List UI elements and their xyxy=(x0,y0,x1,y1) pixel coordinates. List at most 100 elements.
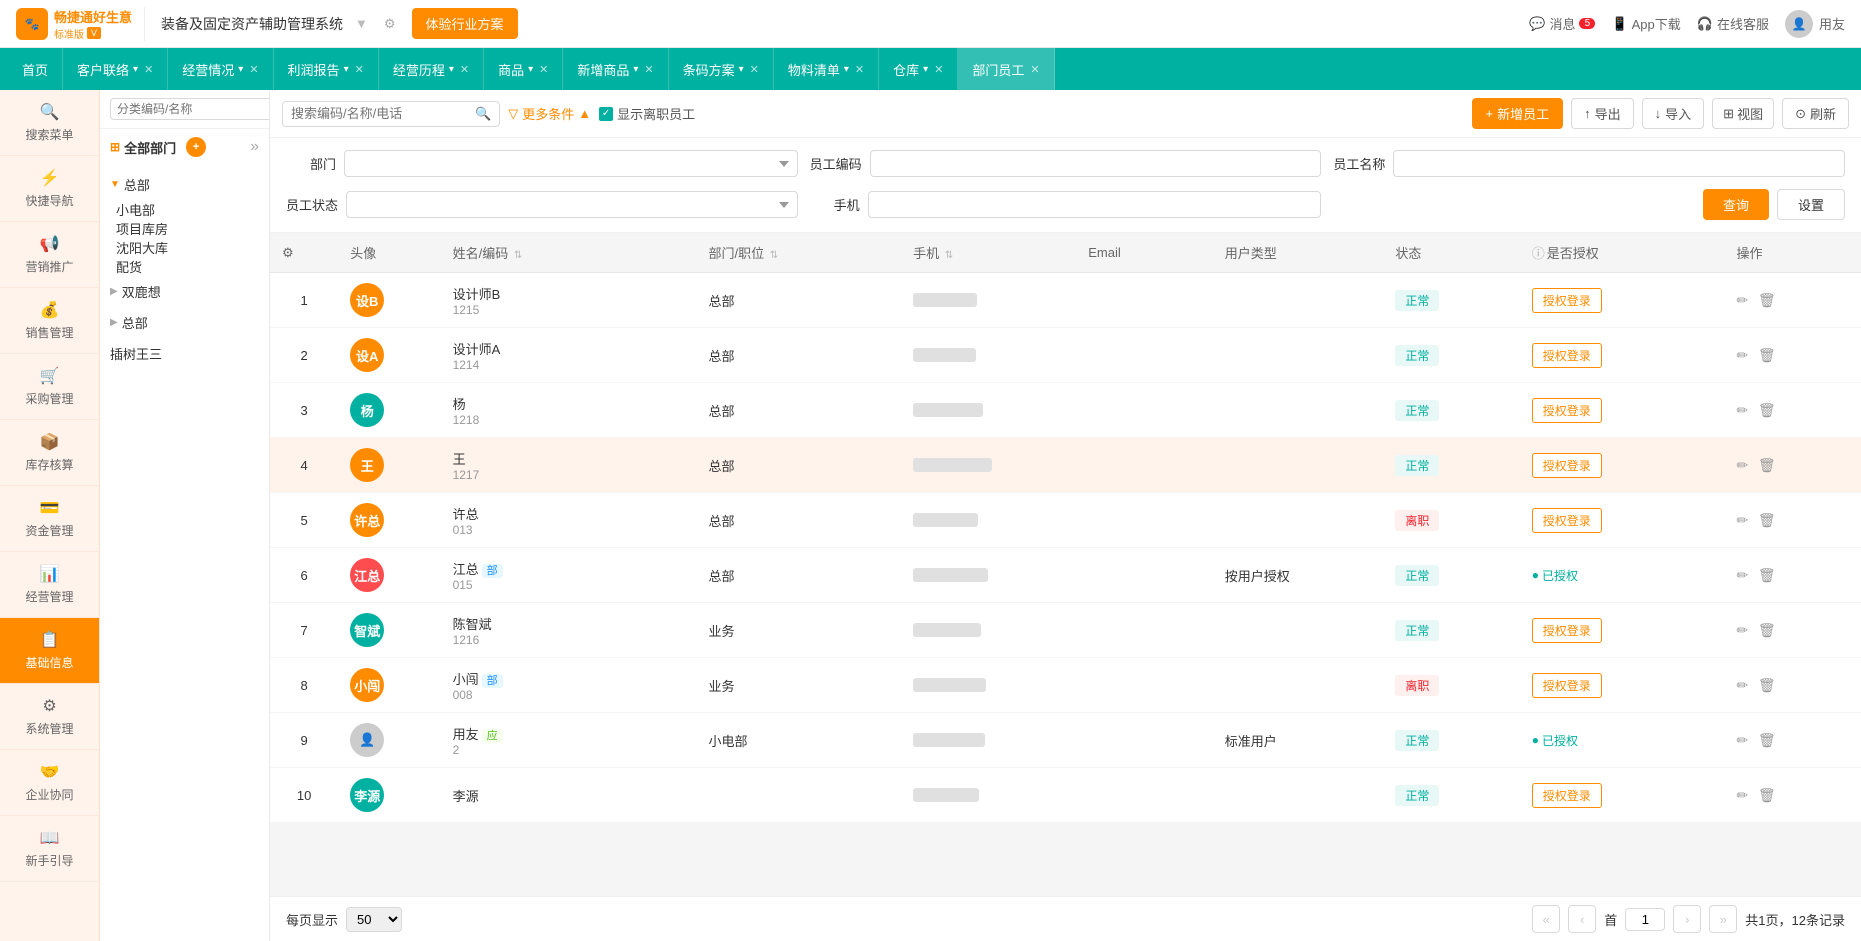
nav-tab-employee[interactable]: 部门员工 ✕ xyxy=(958,48,1054,90)
name-sort-icon[interactable]: ⇅ xyxy=(514,250,522,261)
filter-phone-input[interactable] xyxy=(868,191,1322,218)
auth-btn[interactable]: 授权登录 xyxy=(1532,783,1602,808)
dept-node-zongbu[interactable]: ▼ 总部 xyxy=(100,169,269,200)
filter-btn[interactable]: ▽ 更多条件 ▲ xyxy=(508,104,591,123)
nav-item-marketing[interactable]: 📢 营销推广 xyxy=(0,222,99,288)
dept-xiaodian[interactable]: 小电部 xyxy=(116,200,269,219)
import-btn[interactable]: ↓ 导入 xyxy=(1642,98,1705,129)
nav-tab-customer[interactable]: 客户联络 ▾ ✕ xyxy=(63,48,168,90)
edit-btn[interactable]: ✏ xyxy=(1736,622,1748,638)
edit-btn[interactable]: ✏ xyxy=(1736,292,1748,308)
management-tab-close[interactable]: ✕ xyxy=(249,63,258,76)
edit-btn[interactable]: ✏ xyxy=(1736,567,1748,583)
view-btn[interactable]: ⊞ 视图 xyxy=(1712,98,1774,129)
title-arrow-icon[interactable]: ▼ xyxy=(355,16,368,31)
dept-panel-collapse[interactable]: » xyxy=(250,138,259,156)
nav-item-inventory[interactable]: 📦 库存核算 xyxy=(0,420,99,486)
delete-btn[interactable]: 🗑 xyxy=(1758,732,1776,748)
info-icon[interactable]: ⓘ xyxy=(1532,246,1545,261)
nav-item-sales[interactable]: 💰 销售管理 xyxy=(0,288,99,354)
user-area[interactable]: 👤 用友 xyxy=(1785,10,1845,38)
filter-empname-input[interactable] xyxy=(1393,150,1845,177)
nav-item-basic[interactable]: 📋 基础信息 xyxy=(0,618,99,684)
delete-btn[interactable]: 🗑 xyxy=(1758,512,1776,528)
dept-node-zongbu2[interactable]: ▶ 总部 xyxy=(100,307,269,338)
export-btn[interactable]: ↑ 导出 xyxy=(1571,98,1634,129)
show-resign[interactable]: ✓ 显示离职员工 xyxy=(599,104,695,123)
auth-btn[interactable]: 授权登录 xyxy=(1532,508,1602,533)
employee-tab-close[interactable]: ✕ xyxy=(1030,63,1039,76)
dept-node-shuanglu[interactable]: ▶ 双鹿想 xyxy=(100,276,269,307)
edit-btn[interactable]: ✏ xyxy=(1736,677,1748,693)
dept-node-chashuwang[interactable]: 插树王三 xyxy=(100,338,269,369)
nav-tab-bom[interactable]: 物料清单 ▾ ✕ xyxy=(774,48,879,90)
nav-item-collab[interactable]: 🤝 企业协同 xyxy=(0,750,99,816)
dept-shenyang[interactable]: 沈阳大库 xyxy=(116,238,269,257)
auth-btn[interactable]: 授权登录 xyxy=(1532,288,1602,313)
col-phone[interactable]: 手机 ⇅ xyxy=(901,233,1076,273)
dept-search-input[interactable] xyxy=(117,102,270,116)
nav-tab-warehouse[interactable]: 仓库 ▾ ✕ xyxy=(879,48,958,90)
delete-btn[interactable]: 🗑 xyxy=(1758,787,1776,803)
dept-peihuo[interactable]: 配货 xyxy=(116,257,269,276)
nav-item-system[interactable]: ⚙ 系统管理 xyxy=(0,684,99,750)
dept-add-btn[interactable]: + xyxy=(186,137,206,157)
delete-btn[interactable]: 🗑 xyxy=(1758,347,1776,363)
barcode-tab-close[interactable]: ✕ xyxy=(750,63,759,76)
resign-checkbox[interactable]: ✓ xyxy=(599,107,613,121)
print-btn[interactable]: ⊙ 刷新 xyxy=(1782,98,1849,129)
auth-btn[interactable]: 授权登录 xyxy=(1532,398,1602,423)
nav-tab-history[interactable]: 经营历程 ▾ ✕ xyxy=(379,48,484,90)
nav-tab-profit[interactable]: 利润报告 ▾ ✕ xyxy=(274,48,379,90)
edit-btn[interactable]: ✏ xyxy=(1736,402,1748,418)
delete-btn[interactable]: 🗑 xyxy=(1758,622,1776,638)
nav-item-purchase[interactable]: 🛒 采购管理 xyxy=(0,354,99,420)
prev-page-btn[interactable]: ‹ xyxy=(1568,905,1596,933)
delete-btn[interactable]: 🗑 xyxy=(1758,402,1776,418)
delete-btn[interactable]: 🗑 xyxy=(1758,457,1776,473)
filter-empstatus-select[interactable] xyxy=(346,191,798,218)
goods-tab-close[interactable]: ✕ xyxy=(539,63,548,76)
edit-btn[interactable]: ✏ xyxy=(1736,347,1748,363)
dept-xiangmu[interactable]: 项目库房 xyxy=(116,219,269,238)
page-size-select[interactable]: 50 100 xyxy=(346,907,402,932)
add-employee-btn[interactable]: + 新增员工 xyxy=(1472,98,1564,129)
search-input[interactable] xyxy=(291,106,471,121)
edit-btn[interactable]: ✏ xyxy=(1736,732,1748,748)
filter-dept-select[interactable] xyxy=(344,150,798,177)
history-tab-close[interactable]: ✕ xyxy=(460,63,469,76)
nav-tab-goods[interactable]: 商品 ▾ ✕ xyxy=(484,48,563,90)
message-btn[interactable]: 💬 消息 5 xyxy=(1529,14,1595,33)
customer-tab-close[interactable]: ✕ xyxy=(144,63,153,76)
nav-item-finance[interactable]: 💳 资金管理 xyxy=(0,486,99,552)
delete-btn[interactable]: 🗑 xyxy=(1758,567,1776,583)
phone-sort-icon[interactable]: ⇅ xyxy=(945,250,953,261)
page-input[interactable] xyxy=(1625,908,1665,931)
auth-btn[interactable]: 授权登录 xyxy=(1532,343,1602,368)
filter-empcode-input[interactable] xyxy=(870,150,1322,177)
search-btn[interactable]: 查询 xyxy=(1703,189,1769,220)
edit-btn[interactable]: ✏ xyxy=(1736,787,1748,803)
nav-item-shortcut[interactable]: ⚡ 快捷导航 xyxy=(0,156,99,222)
search-icon[interactable]: 🔍 xyxy=(475,106,491,122)
nav-tab-management[interactable]: 经营情况 ▾ ✕ xyxy=(168,48,273,90)
nav-item-operation[interactable]: 📊 经营管理 xyxy=(0,552,99,618)
delete-btn[interactable]: 🗑 xyxy=(1758,292,1776,308)
nav-item-guide[interactable]: 📖 新手引导 xyxy=(0,816,99,882)
app-download-btn[interactable]: 📱 App下载 xyxy=(1611,14,1680,33)
online-service-btn[interactable]: 🎧 在线客服 xyxy=(1697,14,1769,33)
bom-tab-close[interactable]: ✕ xyxy=(855,63,864,76)
delete-btn[interactable]: 🗑 xyxy=(1758,677,1776,693)
last-page-btn[interactable]: » xyxy=(1709,905,1737,933)
nav-tab-barcode[interactable]: 条码方案 ▾ ✕ xyxy=(669,48,774,90)
auth-btn[interactable]: 授权登录 xyxy=(1532,673,1602,698)
profit-tab-close[interactable]: ✕ xyxy=(355,63,364,76)
auth-btn[interactable]: 授权登录 xyxy=(1532,453,1602,478)
next-page-btn[interactable]: › xyxy=(1673,905,1701,933)
nav-tab-newgoods[interactable]: 新增商品 ▾ ✕ xyxy=(563,48,668,90)
nav-tab-home[interactable]: 首页 xyxy=(8,48,63,90)
col-dept[interactable]: 部门/职位 ⇅ xyxy=(696,233,901,273)
warehouse-tab-close[interactable]: ✕ xyxy=(934,63,943,76)
col-settings[interactable]: ⚙ xyxy=(270,233,338,273)
dept-sort-icon[interactable]: ⇅ xyxy=(770,250,778,261)
